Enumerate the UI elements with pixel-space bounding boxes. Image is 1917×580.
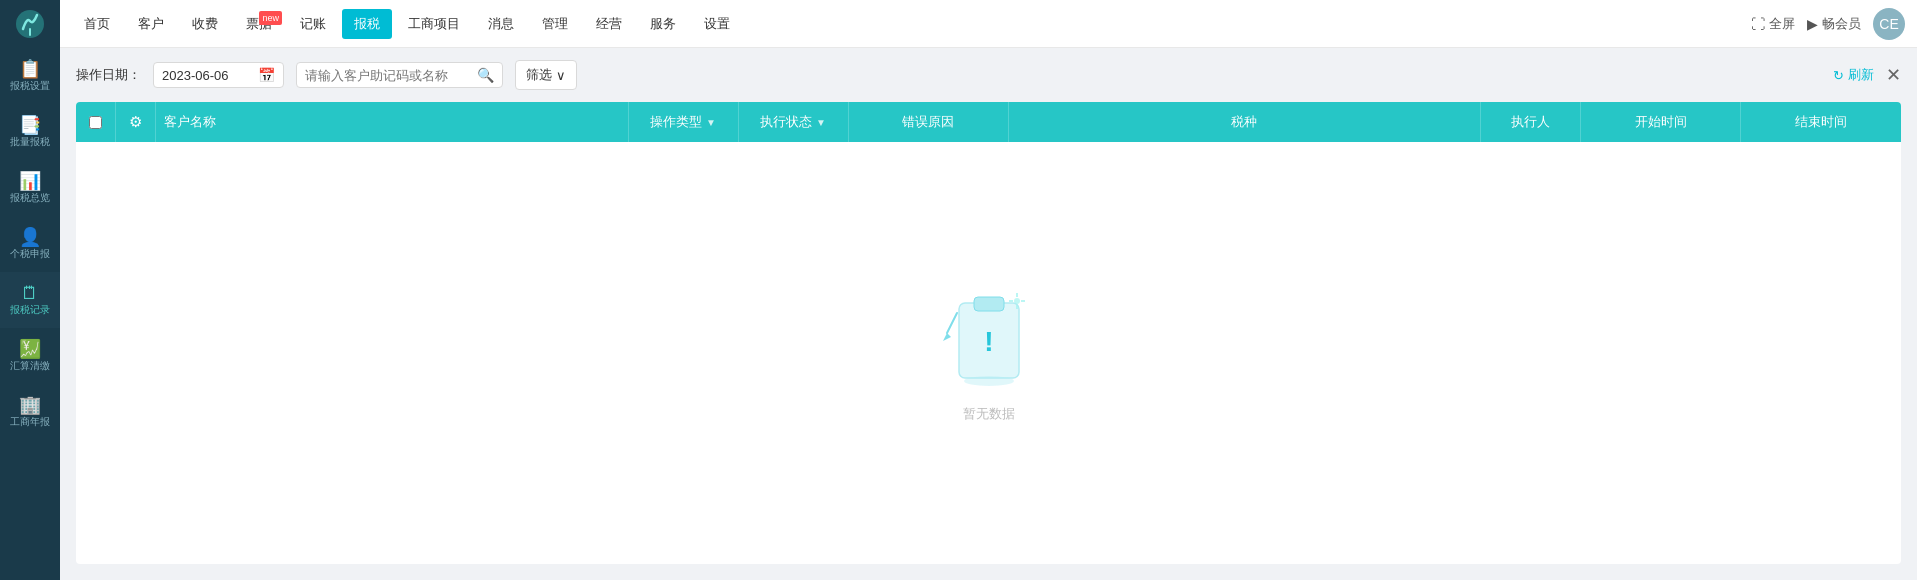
sidebar-item-label: 报税总览: [10, 192, 50, 204]
main-area: 首页 客户 收费 票据 new 记账 报税 工商项目 消息 管理 经营 服务 设…: [60, 0, 1917, 580]
table-container: ⚙ 客户名称 操作类型 ▼ 执行状态 ▼ 错误原因 税种: [76, 102, 1901, 564]
sidebar-item-label: 汇算清缴: [10, 360, 50, 372]
sidebar-item-geshuishenbao[interactable]: 👤 个税申报: [0, 216, 60, 272]
new-badge: new: [259, 11, 282, 25]
toolbar: 操作日期： 📅 🔍 筛选 ∨ ↻ 刷新 ✕: [60, 48, 1917, 102]
nav-tax[interactable]: 报税: [342, 9, 392, 39]
th-checkbox[interactable]: [76, 102, 116, 142]
filter-button[interactable]: 筛选 ∨: [515, 60, 577, 90]
nav-settings[interactable]: 设置: [692, 9, 742, 39]
video-icon: ▶: [1807, 16, 1818, 32]
chevron-down-icon: ∨: [556, 68, 566, 83]
th-exec-status: 执行状态 ▼: [739, 102, 849, 142]
th-end-time: 结束时间: [1741, 102, 1901, 142]
empty-illustration: !: [939, 283, 1039, 393]
tax-overview-icon: 📊: [19, 172, 41, 190]
date-label: 操作日期：: [76, 66, 141, 84]
th-tax-type: 税种: [1009, 102, 1482, 142]
sidebar-item-label: 报税记录: [10, 304, 50, 316]
settlement-icon: 💹: [19, 340, 41, 358]
th-op-type: 操作类型 ▼: [629, 102, 739, 142]
date-picker[interactable]: 📅: [153, 62, 284, 88]
nav-operate[interactable]: 经营: [584, 9, 634, 39]
avatar[interactable]: CE: [1873, 8, 1905, 40]
sidebar-item-huisuan-jiaona[interactable]: 💹 汇算清缴: [0, 328, 60, 384]
sidebar-item-piliang-baoshui[interactable]: 📑 批量报税: [0, 104, 60, 160]
sidebar: 📋 报税设置 📑 批量报税 📊 报税总览 👤 个税申报 🗒 报税记录 💹 汇算清…: [0, 0, 60, 580]
sidebar-item-label: 个税申报: [10, 248, 50, 260]
member-button[interactable]: ▶ 畅会员: [1807, 15, 1861, 33]
date-input[interactable]: [162, 68, 252, 83]
sidebar-item-label: 工商年报: [10, 416, 50, 428]
nav-message[interactable]: 消息: [476, 9, 526, 39]
nav-items: 首页 客户 收费 票据 new 记账 报税 工商项目 消息 管理 经营 服务 设…: [72, 9, 1751, 39]
nav-right: ⛶ 全屏 ▶ 畅会员 CE: [1751, 8, 1905, 40]
nav-home[interactable]: 首页: [72, 9, 122, 39]
svg-text:!: !: [984, 326, 993, 357]
filter-label: 筛选: [526, 66, 552, 84]
sidebar-item-baoshui-zongjian[interactable]: 📊 报税总览: [0, 160, 60, 216]
personal-tax-icon: 👤: [19, 228, 41, 246]
fullscreen-button[interactable]: ⛶ 全屏: [1751, 15, 1795, 33]
sidebar-item-baoshui-jilu[interactable]: 🗒 报税记录: [0, 272, 60, 328]
filter-icon-exec-status: ▼: [816, 117, 826, 128]
svg-point-6: [1014, 298, 1020, 304]
report-settings-icon: 📋: [19, 60, 41, 78]
nav-ledger[interactable]: 记账: [288, 9, 338, 39]
nav-client[interactable]: 客户: [126, 9, 176, 39]
nav-manage[interactable]: 管理: [530, 9, 580, 39]
sidebar-item-label: 报税设置: [10, 80, 50, 92]
th-gear[interactable]: ⚙: [116, 102, 156, 142]
th-name: 客户名称: [156, 102, 629, 142]
nav-service[interactable]: 服务: [638, 9, 688, 39]
tax-record-icon: 🗒: [21, 284, 39, 302]
sidebar-logo[interactable]: [0, 0, 60, 48]
nav-invoice[interactable]: 票据 new: [234, 9, 284, 39]
svg-marker-5: [943, 333, 951, 341]
sidebar-item-gongshang-nianbao[interactable]: 🏢 工商年报: [0, 384, 60, 440]
table-header: ⚙ 客户名称 操作类型 ▼ 执行状态 ▼ 错误原因 税种: [76, 102, 1901, 142]
svg-point-11: [964, 376, 1014, 386]
batch-tax-icon: 📑: [19, 116, 41, 134]
nav-billing[interactable]: 收费: [180, 9, 230, 39]
refresh-button[interactable]: ↻ 刷新: [1833, 66, 1874, 84]
search-input[interactable]: [305, 68, 473, 83]
annual-report-icon: 🏢: [19, 396, 41, 414]
svg-rect-2: [974, 297, 1004, 311]
calendar-icon: 📅: [258, 67, 275, 83]
top-nav: 首页 客户 收费 票据 new 记账 报税 工商项目 消息 管理 经营 服务 设…: [60, 0, 1917, 48]
empty-text: 暂无数据: [963, 405, 1015, 423]
gear-icon: ⚙: [129, 113, 142, 131]
th-error-reason: 错误原因: [849, 102, 1009, 142]
refresh-icon: ↻: [1833, 68, 1844, 83]
nav-industrial[interactable]: 工商项目: [396, 9, 472, 39]
fullscreen-icon: ⛶: [1751, 16, 1765, 32]
th-executor: 执行人: [1481, 102, 1581, 142]
content-area: 操作日期： 📅 🔍 筛选 ∨ ↻ 刷新 ✕: [60, 48, 1917, 580]
select-all-checkbox[interactable]: [89, 116, 102, 129]
empty-state: ! 暂无数据: [939, 283, 1039, 423]
close-button[interactable]: ✕: [1886, 66, 1901, 84]
toolbar-right: ↻ 刷新 ✕: [1833, 66, 1901, 84]
sidebar-item-baoshui-shezhi[interactable]: 📋 报税设置: [0, 48, 60, 104]
search-wrap: 🔍: [296, 62, 503, 88]
search-button[interactable]: 🔍: [477, 67, 494, 83]
sidebar-item-label: 批量报税: [10, 136, 50, 148]
filter-icon-op-type: ▼: [706, 117, 716, 128]
svg-line-4: [947, 313, 957, 333]
th-start-time: 开始时间: [1581, 102, 1741, 142]
table-body: ! 暂无数据: [76, 142, 1901, 564]
